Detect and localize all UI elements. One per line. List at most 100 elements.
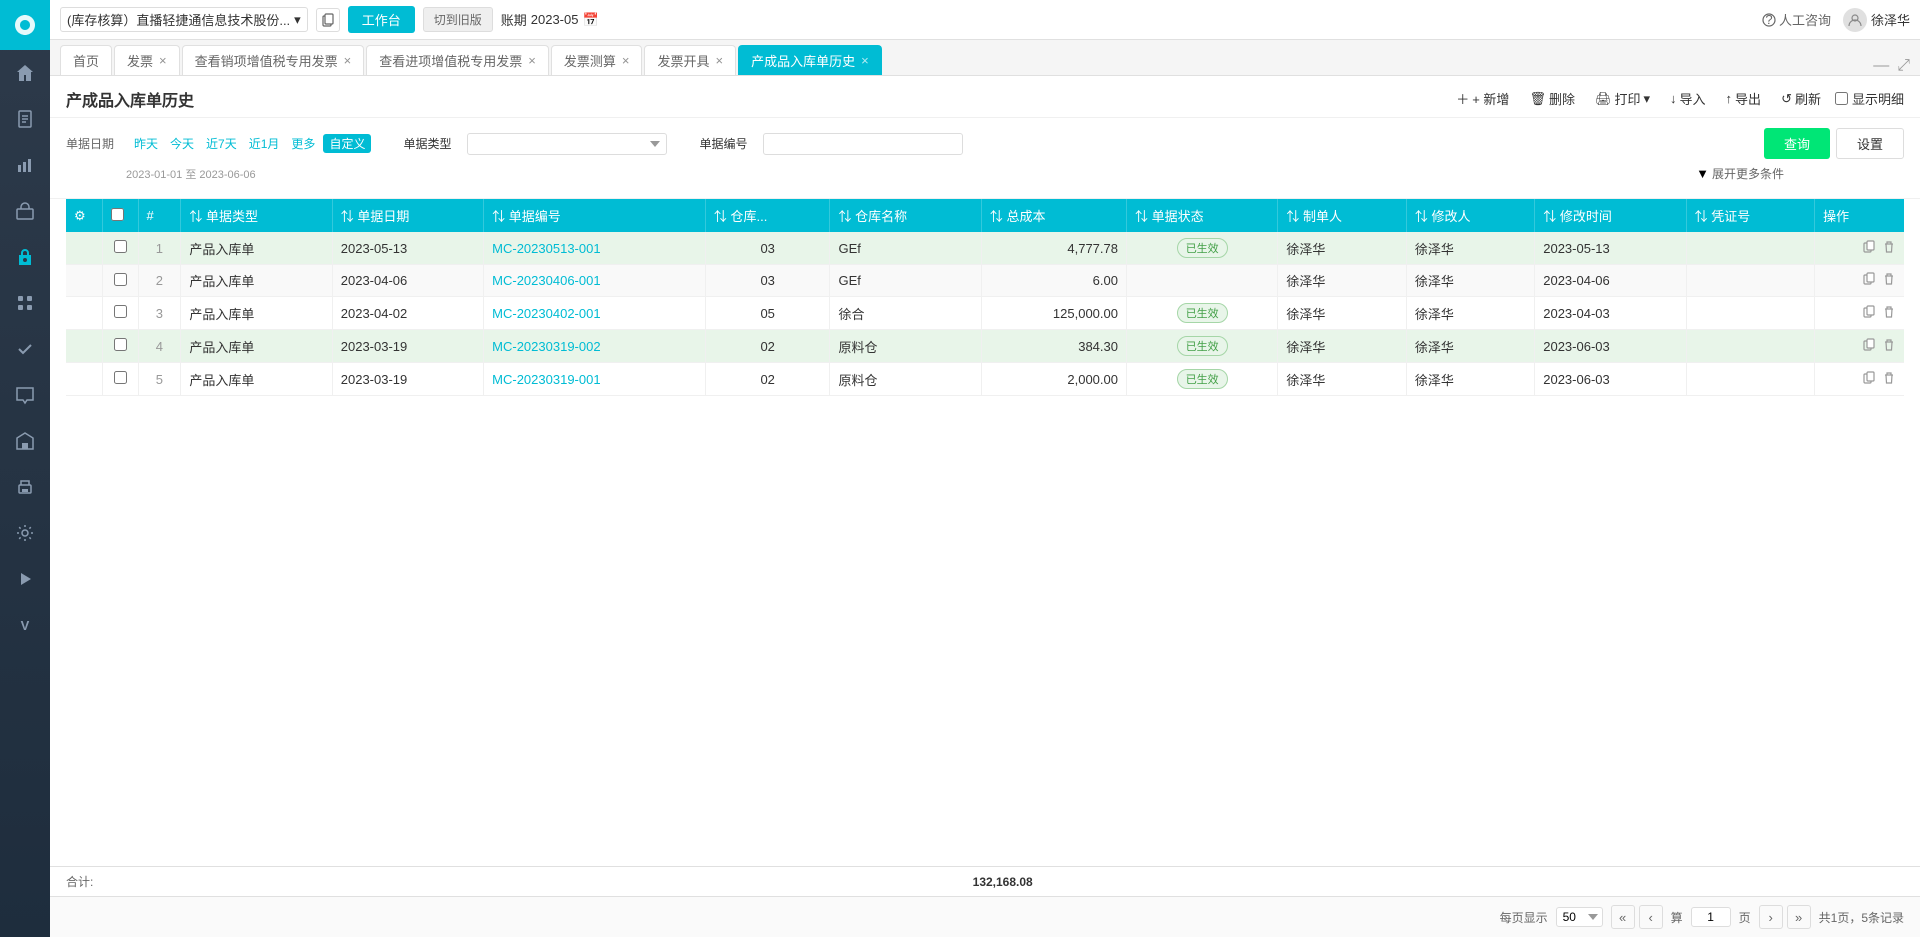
tab-home[interactable]: 首页 <box>60 45 112 75</box>
date-yesterday-btn[interactable]: 昨天 <box>130 134 162 153</box>
calendar-icon[interactable]: 📅 <box>582 12 598 28</box>
td-checkbox[interactable] <box>102 363 138 396</box>
tab-calc[interactable]: 发票测算 × <box>551 45 643 75</box>
show-detail-checkbox-label[interactable]: 显示明细 <box>1835 89 1904 108</box>
expand-filter-btn[interactable]: ▼ 展开更多条件 <box>1696 165 1784 182</box>
new-button[interactable]: ＋ + 新增 <box>1450 86 1515 111</box>
th-status[interactable]: ⇅ 单据状态 <box>1126 199 1277 232</box>
th-checkbox[interactable] <box>102 199 138 232</box>
refresh-button[interactable]: ↺ 刷新 <box>1775 86 1827 111</box>
row-delete-icon[interactable] <box>1882 338 1896 355</box>
row-checkbox[interactable] <box>114 338 127 351</box>
td-checkbox[interactable] <box>102 232 138 265</box>
th-voucher[interactable]: ⇅ 凭证号 <box>1686 199 1814 232</box>
row-delete-icon[interactable] <box>1882 272 1896 289</box>
company-selector[interactable]: (库存核算）直播轻捷通信息技术股份... ▾ <box>60 7 308 32</box>
next-page-button[interactable]: › <box>1759 905 1783 929</box>
tab-minimize-button[interactable]: — <box>1873 57 1889 75</box>
print-button[interactable]: 🖨 打印 ▾ <box>1589 86 1656 111</box>
td-number[interactable]: MC-20230513-001 <box>484 232 706 265</box>
tab-invoice[interactable]: 发票 × <box>114 45 180 75</box>
help-button[interactable]: ? 人工咨询 <box>1762 10 1831 29</box>
date-today-btn[interactable]: 今天 <box>166 134 198 153</box>
sidebar-item-message[interactable] <box>0 372 50 418</box>
row-edit-icon[interactable] <box>1862 338 1876 355</box>
sidebar-item-video[interactable] <box>0 556 50 602</box>
last-page-button[interactable]: » <box>1787 905 1811 929</box>
row-edit-icon[interactable] <box>1862 272 1876 289</box>
tab-calc-close[interactable]: × <box>622 53 630 68</box>
sidebar-item-tasks[interactable] <box>0 326 50 372</box>
user-menu[interactable]: 徐泽华 <box>1843 8 1910 32</box>
row-edit-icon[interactable] <box>1862 240 1876 257</box>
sidebar-item-lock[interactable] <box>0 234 50 280</box>
doc-number-link[interactable]: MC-20230319-002 <box>492 339 600 354</box>
th-type[interactable]: ⇅ 单据类型 <box>181 199 332 232</box>
td-checkbox[interactable] <box>102 297 138 330</box>
sidebar-item-print[interactable] <box>0 464 50 510</box>
sidebar-item-chart[interactable] <box>0 142 50 188</box>
doc-number-link[interactable]: MC-20230319-001 <box>492 372 600 387</box>
th-number[interactable]: ⇅ 单据编号 <box>484 199 706 232</box>
doc-number-link[interactable]: MC-20230513-001 <box>492 241 600 256</box>
old-version-button[interactable]: 切到旧版 <box>423 7 493 32</box>
doc-number-link[interactable]: MC-20230402-001 <box>492 306 600 321</box>
sidebar-item-inventory[interactable] <box>0 188 50 234</box>
tab-sales-vat-close[interactable]: × <box>344 53 352 68</box>
first-page-button[interactable]: « <box>1611 905 1635 929</box>
date-1month-btn[interactable]: 近1月 <box>245 134 284 153</box>
th-modify-time[interactable]: ⇅ 修改时间 <box>1535 199 1686 232</box>
td-number[interactable]: MC-20230319-001 <box>484 363 706 396</box>
tab-issue-close[interactable]: × <box>715 53 723 68</box>
th-date[interactable]: ⇅ 单据日期 <box>332 199 483 232</box>
row-checkbox[interactable] <box>114 305 127 318</box>
row-checkbox[interactable] <box>114 273 127 286</box>
tab-history-close[interactable]: × <box>861 53 869 68</box>
th-warehouse-name[interactable]: ⇅ 仓库名称 <box>830 199 981 232</box>
td-checkbox[interactable] <box>102 330 138 363</box>
query-button[interactable]: 查询 <box>1764 128 1830 159</box>
tab-history[interactable]: 产成品入库单历史 × <box>738 45 882 75</box>
tab-issue[interactable]: 发票开具 × <box>644 45 736 75</box>
row-edit-icon[interactable] <box>1862 371 1876 388</box>
row-delete-icon[interactable] <box>1882 305 1896 322</box>
show-detail-checkbox[interactable] <box>1835 92 1848 105</box>
date-more-btn[interactable]: 更多 <box>287 134 319 153</box>
page-number-input[interactable] <box>1691 907 1731 927</box>
row-checkbox[interactable] <box>114 240 127 253</box>
export-button[interactable]: ↑ 导出 <box>1720 86 1768 111</box>
sidebar-item-warehouse[interactable] <box>0 418 50 464</box>
td-number[interactable]: MC-20230406-001 <box>484 265 706 297</box>
td-number[interactable]: MC-20230402-001 <box>484 297 706 330</box>
sidebar-item-document[interactable] <box>0 96 50 142</box>
td-number[interactable]: MC-20230319-002 <box>484 330 706 363</box>
prev-page-button[interactable]: ‹ <box>1639 905 1663 929</box>
row-delete-icon[interactable] <box>1882 371 1896 388</box>
type-filter-select[interactable] <box>467 133 667 155</box>
reset-button[interactable]: 设置 <box>1836 128 1904 159</box>
row-edit-icon[interactable] <box>1862 305 1876 322</box>
doc-number-link[interactable]: MC-20230406-001 <box>492 273 600 288</box>
th-settings[interactable]: ⚙ <box>66 199 102 232</box>
td-checkbox[interactable] <box>102 265 138 297</box>
tab-maximize-button[interactable]: ⤢ <box>1897 57 1910 75</box>
th-modifier[interactable]: ⇅ 修改人 <box>1406 199 1534 232</box>
tab-purchase-vat-close[interactable]: × <box>528 53 536 68</box>
tab-purchase-vat[interactable]: 查看进项增值税专用发票 × <box>366 45 549 75</box>
th-total-cost[interactable]: ⇅ 总成本 <box>981 199 1126 232</box>
number-filter-input[interactable] <box>763 133 963 155</box>
th-warehouse-code[interactable]: ⇅ 仓库... <box>705 199 830 232</box>
import-button[interactable]: ↓ 导入 <box>1664 86 1712 111</box>
row-delete-icon[interactable] <box>1882 240 1896 257</box>
tab-invoice-close[interactable]: × <box>159 53 167 68</box>
sidebar-item-settings[interactable] <box>0 510 50 556</box>
per-page-select[interactable]: 20 50 100 200 <box>1556 907 1603 927</box>
doc-copy-button[interactable] <box>316 8 340 32</box>
row-checkbox[interactable] <box>114 371 127 384</box>
workbench-button[interactable]: 工作台 <box>348 6 415 33</box>
sidebar-item-version[interactable]: V <box>0 602 50 648</box>
th-creator[interactable]: ⇅ 制单人 <box>1278 199 1406 232</box>
delete-button[interactable]: 🗑 删除 <box>1523 86 1581 111</box>
sidebar-item-apps[interactable] <box>0 280 50 326</box>
date-7days-btn[interactable]: 近7天 <box>202 134 241 153</box>
